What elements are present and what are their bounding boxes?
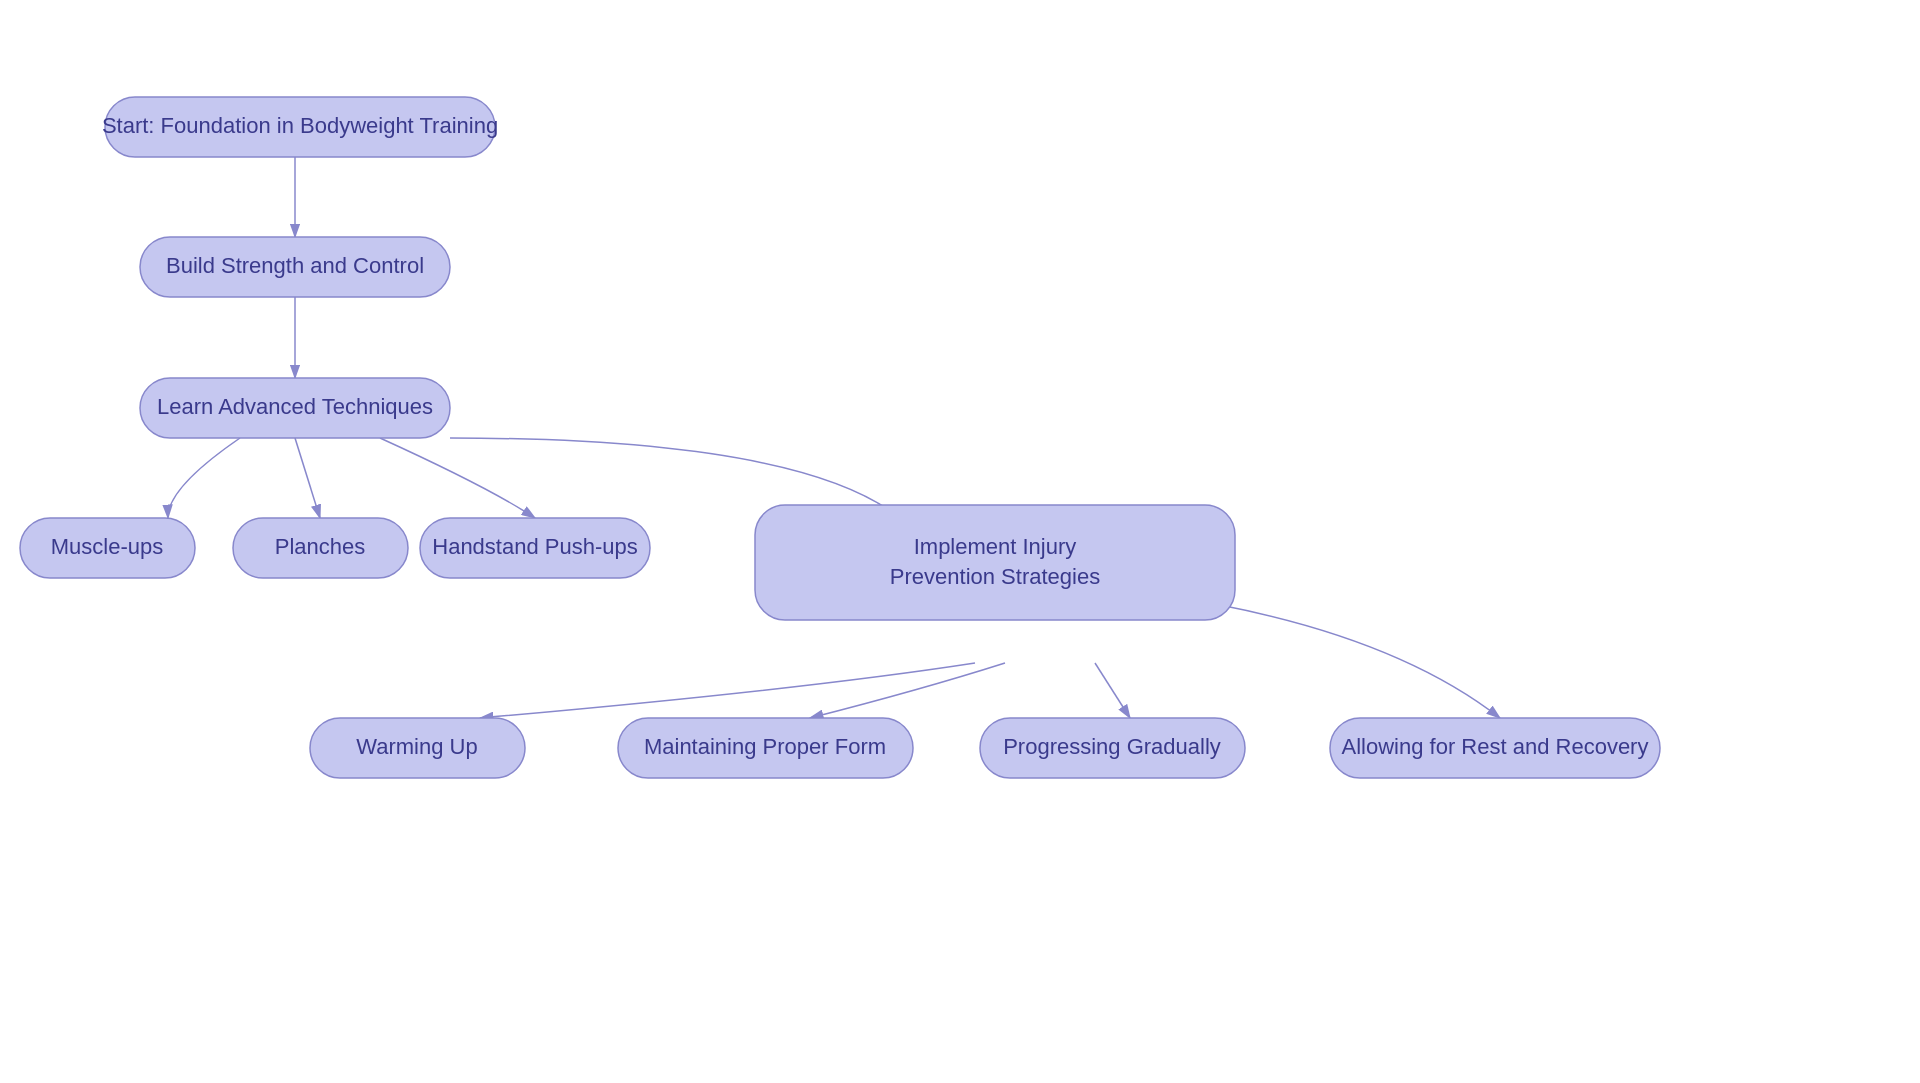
node-injury-label-1: Implement Injury — [914, 534, 1077, 559]
arrow-advanced-planches — [295, 438, 320, 518]
node-injury — [755, 505, 1235, 620]
node-start-label: Start: Foundation in Bodyweight Training — [102, 113, 498, 138]
node-strength-label: Build Strength and Control — [166, 253, 424, 278]
arrow-injury-progress — [1095, 663, 1130, 718]
node-injury-label-2: Prevention Strategies — [890, 564, 1100, 589]
arrow-injury-rest — [1220, 605, 1500, 718]
arrow-advanced-handstand — [380, 438, 535, 518]
flowchart-diagram: Start: Foundation in Bodyweight Training… — [0, 0, 1920, 1083]
node-warmup-label: Warming Up — [356, 734, 477, 759]
node-muscle-label: Muscle-ups — [51, 534, 163, 559]
arrow-injury-form — [810, 663, 1005, 718]
arrow-injury-warmup — [480, 663, 975, 718]
node-progress-label: Progressing Gradually — [1003, 734, 1221, 759]
node-rest-label: Allowing for Rest and Recovery — [1342, 734, 1649, 759]
node-planches-label: Planches — [275, 534, 366, 559]
node-handstand-label: Handstand Push-ups — [432, 534, 637, 559]
arrow-advanced-muscle — [168, 438, 240, 518]
node-advanced-label: Learn Advanced Techniques — [157, 394, 433, 419]
node-form-label: Maintaining Proper Form — [644, 734, 886, 759]
